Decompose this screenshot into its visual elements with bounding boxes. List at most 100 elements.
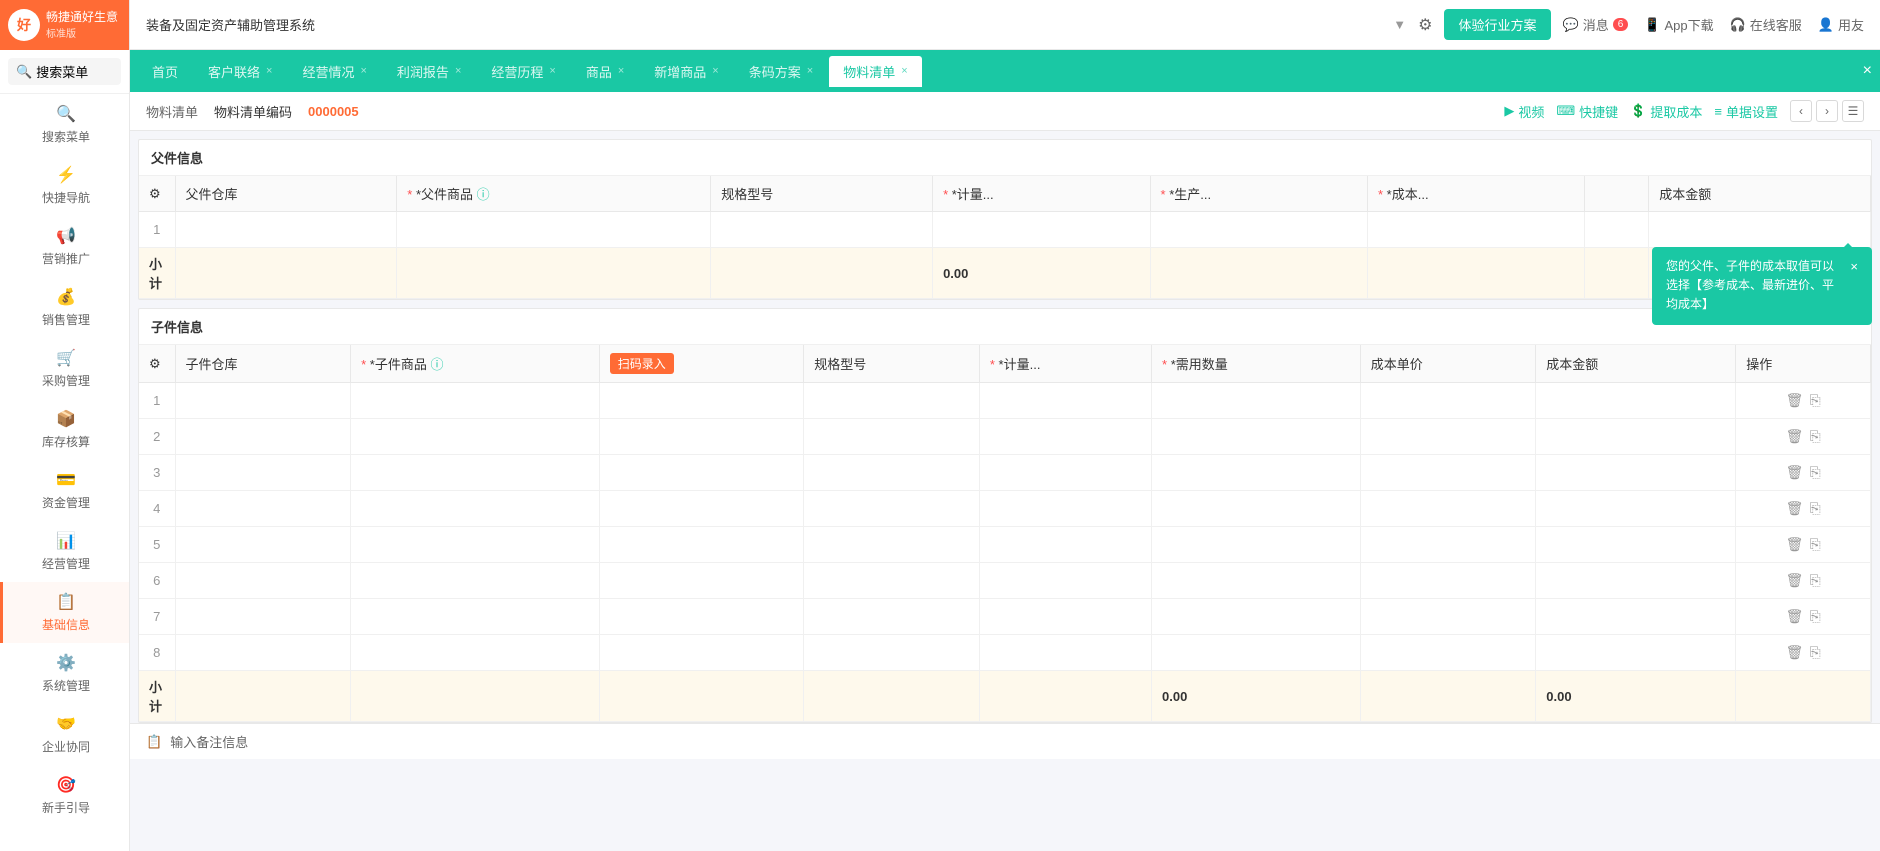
parent-row-1-spec[interactable]: [711, 212, 933, 248]
message-button[interactable]: 💬 消息 6: [1563, 15, 1629, 34]
tab-history-close[interactable]: ×: [549, 65, 555, 77]
delete-row-5-icon[interactable]: 🗑: [1786, 536, 1804, 553]
child-col-unit-cost: 成本单价: [1360, 345, 1536, 383]
shortcut-label: 快捷键: [1579, 102, 1618, 121]
sidebar-item-operations[interactable]: 📊 经营管理: [0, 521, 129, 582]
child-row-1-spec[interactable]: [804, 383, 980, 419]
scan-button[interactable]: 扫码录入: [610, 353, 674, 374]
tooltip-close-button[interactable]: ×: [1850, 257, 1858, 278]
delete-row-1-icon[interactable]: 🗑: [1786, 392, 1804, 409]
sidebar-item-quick-nav[interactable]: ⚡ 快捷导航: [0, 155, 129, 216]
copy-row-2-icon[interactable]: ⎘: [1809, 428, 1820, 445]
child-row-6-actions: 🗑 ⎘: [1746, 572, 1860, 589]
copy-row-3-icon[interactable]: ⎘: [1809, 464, 1820, 481]
tab-goods-close[interactable]: ×: [618, 65, 624, 77]
main-area: 装备及固定资产辅助管理系统 ▼ ⚙ 体验行业方案 💬 消息 6 📱 App下载 …: [130, 0, 1880, 851]
child-table: ⚙ 子件仓库 * *子件商品 ⓘ 扫码录入 规格型号 *: [139, 345, 1871, 722]
tab-bom-close[interactable]: ×: [901, 65, 907, 77]
sidebar-item-system[interactable]: ⚙️ 系统管理: [0, 643, 129, 704]
sidebar-item-marketing[interactable]: 📢 营销推广: [0, 216, 129, 277]
child-row-1-product[interactable]: [351, 383, 600, 419]
view-icon: ▶: [1504, 103, 1514, 119]
tab-new-goods-close[interactable]: ×: [712, 65, 718, 77]
child-row-1-warehouse[interactable]: [175, 383, 351, 419]
tab-barcode-label: 条码方案: [749, 62, 801, 81]
app-download-button[interactable]: 📱 App下载: [1644, 15, 1713, 34]
extract-icon: 💲: [1630, 103, 1646, 119]
delete-row-4-icon[interactable]: 🗑: [1786, 500, 1804, 517]
delete-row-3-icon[interactable]: 🗑: [1786, 464, 1804, 481]
child-row-1-qty[interactable]: [1152, 383, 1361, 419]
online-service-button[interactable]: 🎧 在线客服: [1730, 15, 1802, 34]
copy-row-7-icon[interactable]: ⎘: [1809, 608, 1820, 625]
brand-icon: 好: [8, 9, 40, 41]
tab-barcode-close[interactable]: ×: [807, 65, 813, 77]
delete-row-6-icon[interactable]: 🗑: [1786, 572, 1804, 589]
parent-row-1-product[interactable]: [397, 212, 711, 248]
parent-row-1-unit[interactable]: [933, 212, 1150, 248]
parent-row-1-cost[interactable]: [1367, 212, 1584, 248]
user-button[interactable]: 👤 用友: [1818, 15, 1864, 34]
child-row-1-unit[interactable]: [979, 383, 1151, 419]
parent-col-warehouse: 父件仓库: [175, 176, 397, 212]
child-row-4-num: 4: [139, 491, 175, 527]
topbar-actions: 💬 消息 6 📱 App下载 🎧 在线客服 👤 用友: [1563, 15, 1865, 34]
sidebar-item-purchase[interactable]: 🛒 采购管理: [0, 338, 129, 399]
operations-icon: 📊: [56, 531, 76, 551]
tab-goods[interactable]: 商品 ×: [572, 56, 638, 87]
copy-row-5-icon[interactable]: ⎘: [1809, 536, 1820, 553]
settings-icon: ≡: [1714, 104, 1722, 119]
sidebar-item-guide[interactable]: 🎯 新手引导: [0, 765, 129, 826]
delete-row-2-icon[interactable]: 🗑: [1786, 428, 1804, 445]
copy-row-4-icon[interactable]: ⎘: [1809, 500, 1820, 517]
parent-col-extra: [1585, 176, 1649, 212]
child-row-7: 7 🗑 ⎘: [139, 599, 1871, 635]
sidebar-item-search[interactable]: 🔍 搜索菜单: [0, 94, 129, 155]
breadcrumb-bom[interactable]: 物料清单: [146, 102, 198, 121]
tab-customers-close[interactable]: ×: [266, 65, 272, 77]
tab-home[interactable]: 首页: [138, 56, 192, 87]
copy-row-8-icon[interactable]: ⎘: [1809, 644, 1820, 661]
guide-icon: 🎯: [56, 775, 76, 795]
next-page[interactable]: ›: [1816, 100, 1838, 122]
tab-new-goods[interactable]: 新增商品 ×: [640, 56, 732, 87]
sidebar-item-sales[interactable]: 💰 销售管理: [0, 277, 129, 338]
sidebar-item-marketing-label: 营销推广: [42, 250, 90, 267]
parent-row-1-amount: [1649, 212, 1871, 248]
tab-operations[interactable]: 经营情况 ×: [288, 56, 380, 87]
parent-row-1-extra: [1585, 212, 1649, 248]
gear-button[interactable]: ⚙: [1418, 15, 1432, 35]
sidebar: 好 畅捷通好生意 标准版 🔍 搜索菜单 🔍 搜索菜单 ⚡ 快捷导航 📢 营销推广…: [0, 0, 130, 851]
delete-row-8-icon[interactable]: 🗑: [1786, 644, 1804, 661]
dropdown-arrow[interactable]: ▼: [1393, 17, 1406, 32]
child-section-title: 子件信息: [139, 309, 1871, 345]
tab-history[interactable]: 经营历程 ×: [477, 56, 569, 87]
child-row-1-unit-cost[interactable]: [1360, 383, 1536, 419]
tab-customers[interactable]: 客户联络 ×: [194, 56, 286, 87]
parent-row-1-production[interactable]: [1150, 212, 1367, 248]
extract-cost-button[interactable]: 💲 提取成本: [1630, 102, 1702, 121]
search-icon: 🔍: [16, 64, 32, 80]
delete-row-7-icon[interactable]: 🗑: [1786, 608, 1804, 625]
sidebar-item-inventory[interactable]: 📦 库存核算: [0, 399, 129, 460]
try-button[interactable]: 体验行业方案: [1444, 9, 1550, 40]
tab-profit[interactable]: 利润报告 ×: [383, 56, 475, 87]
shortcut-button[interactable]: ⌨ 快捷键: [1556, 102, 1618, 121]
view-button[interactable]: ▶ 视频: [1504, 102, 1544, 121]
sidebar-item-sales-label: 销售管理: [42, 311, 90, 328]
tab-operations-close[interactable]: ×: [360, 65, 366, 77]
tab-barcode[interactable]: 条码方案 ×: [735, 56, 827, 87]
tab-profit-close[interactable]: ×: [455, 65, 461, 77]
single-settings-button[interactable]: ≡ 单据设置: [1714, 102, 1778, 121]
copy-row-6-icon[interactable]: ⎘: [1809, 572, 1820, 589]
sidebar-item-collab[interactable]: 🤝 企业协同: [0, 704, 129, 765]
sidebar-item-basic-info[interactable]: 📋 基础信息: [0, 582, 129, 643]
tab-bom[interactable]: 物料清单 ×: [829, 56, 921, 87]
close-all-tabs[interactable]: ×: [1863, 62, 1872, 80]
list-view[interactable]: ☰: [1842, 100, 1864, 122]
prev-page[interactable]: ‹: [1790, 100, 1812, 122]
parent-row-1-warehouse[interactable]: [175, 212, 397, 248]
sidebar-item-finance[interactable]: 💳 资金管理: [0, 460, 129, 521]
search-input[interactable]: 🔍 搜索菜单: [8, 58, 121, 85]
copy-row-1-icon[interactable]: ⎘: [1809, 392, 1820, 409]
